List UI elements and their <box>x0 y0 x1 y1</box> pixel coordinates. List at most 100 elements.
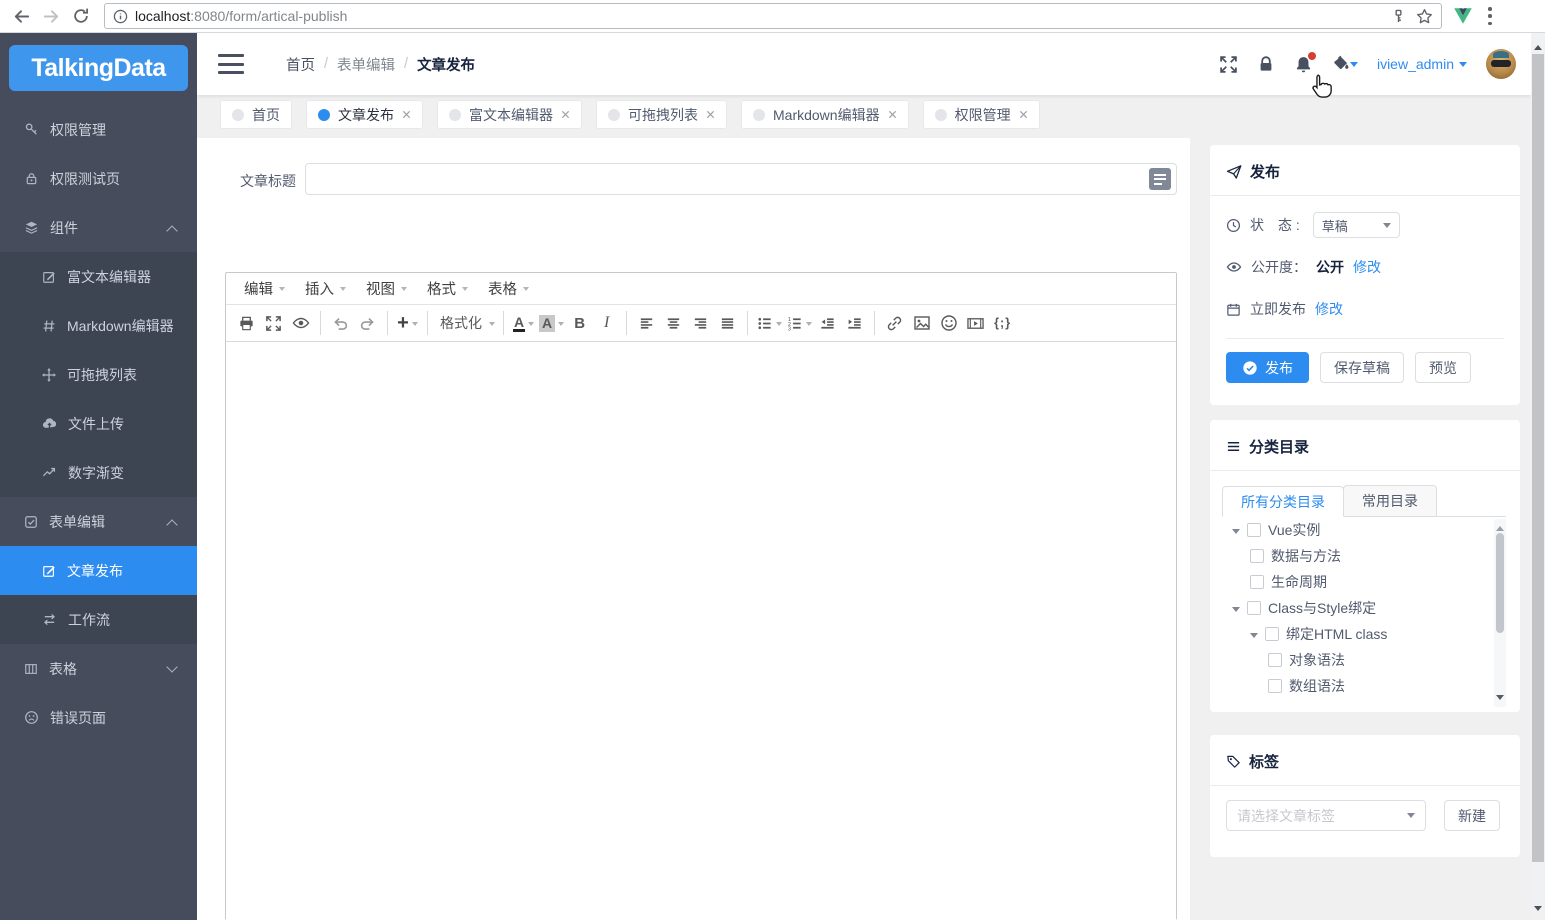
sidebar-item-form-edit[interactable]: 表单编辑 <box>0 497 197 546</box>
format-select[interactable]: 格式化 <box>434 309 497 338</box>
tree-node-array-syntax[interactable]: 数组语法 <box>1222 673 1506 699</box>
tree-scrollbar[interactable] <box>1494 519 1506 707</box>
align-left-button[interactable] <box>633 309 660 338</box>
scrollbar-thumb[interactable] <box>1496 533 1504 633</box>
scroll-up-icon[interactable] <box>1496 522 1504 531</box>
schedule-modify-link[interactable]: 修改 <box>1315 299 1343 319</box>
article-title-input[interactable] <box>305 163 1177 195</box>
editor-content-area[interactable] <box>226 342 1176 920</box>
tab-draggable-list[interactable]: 可拖拽列表 <box>596 100 727 129</box>
tree-node-label[interactable]: Vue实例 <box>1268 520 1320 540</box>
checkbox[interactable] <box>1268 653 1282 667</box>
editor-menu-edit[interactable]: 编辑 <box>234 273 295 304</box>
tree-node-label[interactable]: 生命周期 <box>1271 572 1327 592</box>
address-bar[interactable]: localhost:8080/form/artical-publish <box>104 3 1442 29</box>
breadcrumb-home[interactable]: 首页 <box>286 54 315 75</box>
app-logo[interactable]: TalkingData <box>9 45 188 91</box>
tab-article-publish[interactable]: 文章发布 <box>306 100 423 129</box>
sidebar-item-components[interactable]: 组件 <box>0 203 197 252</box>
checkbox[interactable] <box>1247 601 1261 615</box>
align-center-button[interactable] <box>660 309 687 338</box>
fullscreen-button[interactable] <box>260 309 287 338</box>
numbered-list-button[interactable]: 123 <box>784 309 814 338</box>
scroll-down-icon[interactable] <box>1496 695 1504 704</box>
page-info-icon[interactable] <box>113 9 128 24</box>
page-scrollbar[interactable] <box>1531 33 1545 920</box>
print-button[interactable] <box>233 309 260 338</box>
preview-button[interactable] <box>287 309 314 338</box>
user-menu[interactable]: iview_admin <box>1377 56 1467 72</box>
theme-switcher-button[interactable] <box>1332 55 1358 73</box>
code-button[interactable]: {;} <box>989 309 1016 338</box>
checkbox[interactable] <box>1268 679 1282 693</box>
close-tab-icon[interactable] <box>561 110 570 119</box>
tree-node-label[interactable]: 数组语法 <box>1289 676 1345 696</box>
sidebar-item-permission-test[interactable]: 权限测试页 <box>0 154 197 203</box>
sidebar-item-markdown-editor[interactable]: Markdown编辑器 <box>0 301 197 350</box>
close-tab-icon[interactable] <box>1019 110 1028 119</box>
caret-down-icon[interactable] <box>1250 632 1258 642</box>
sidebar-item-workflow[interactable]: 工作流 <box>0 595 197 644</box>
scrollbar-thumb[interactable] <box>1532 54 1544 862</box>
close-tab-icon[interactable] <box>706 110 715 119</box>
tab-all-categories[interactable]: 所有分类目录 <box>1222 486 1344 517</box>
visibility-modify-link[interactable]: 修改 <box>1353 257 1381 277</box>
insert-media-button[interactable] <box>962 309 989 338</box>
word-count-icon[interactable] <box>1149 168 1171 190</box>
indent-button[interactable] <box>841 309 868 338</box>
align-justify-button[interactable] <box>714 309 741 338</box>
tree-node-data-methods[interactable]: 数据与方法 <box>1222 543 1506 569</box>
insert-link-button[interactable] <box>881 309 908 338</box>
editor-menu-table[interactable]: 表格 <box>478 273 539 304</box>
backcolor-button[interactable]: A <box>537 309 566 338</box>
editor-menu-view[interactable]: 视图 <box>356 273 417 304</box>
sidebar-item-error-pages[interactable]: 错误页面 <box>0 693 197 742</box>
preview-button[interactable]: 预览 <box>1415 352 1471 383</box>
close-tab-icon[interactable] <box>888 110 897 119</box>
status-select[interactable]: 草稿 <box>1312 212 1400 238</box>
tree-node-bind-html-class[interactable]: 绑定HTML class <box>1222 621 1506 647</box>
bullet-list-button[interactable] <box>754 309 784 338</box>
browser-back-button[interactable] <box>8 3 34 29</box>
tree-node-label[interactable]: 对象语法 <box>1289 650 1345 670</box>
checkbox[interactable] <box>1247 523 1261 537</box>
sidebar-item-tables[interactable]: 表格 <box>0 644 197 693</box>
new-tag-button[interactable]: 新建 <box>1444 800 1500 831</box>
align-right-button[interactable] <box>687 309 714 338</box>
publish-button[interactable]: 发布 <box>1226 352 1309 383</box>
caret-down-icon[interactable] <box>1232 606 1240 616</box>
checkbox[interactable] <box>1265 627 1279 641</box>
collapse-menu-icon[interactable] <box>218 54 244 74</box>
tab-permission-admin[interactable]: 权限管理 <box>922 100 1040 129</box>
save-draft-button[interactable]: 保存草稿 <box>1320 352 1404 383</box>
scroll-down-icon[interactable] <box>1534 906 1542 915</box>
checkbox[interactable] <box>1250 549 1264 563</box>
sidebar-item-richtext-editor[interactable]: 富文本编辑器 <box>0 252 197 301</box>
lock-screen-button[interactable] <box>1257 55 1275 73</box>
tree-node-vue-instance[interactable]: Vue实例 <box>1222 517 1506 543</box>
bold-button[interactable]: B <box>566 309 593 338</box>
sidebar-item-article-publish[interactable]: 文章发布 <box>0 546 197 595</box>
bookmark-star-icon[interactable] <box>1416 8 1433 25</box>
tag-select[interactable]: 请选择文章标签 <box>1226 800 1426 831</box>
tree-node-label[interactable]: Class与Style绑定 <box>1268 598 1376 618</box>
password-key-icon[interactable] <box>1391 9 1406 24</box>
browser-menu-icon[interactable] <box>1488 7 1492 25</box>
tab-common-categories[interactable]: 常用目录 <box>1343 485 1437 516</box>
insert-image-button[interactable] <box>908 309 935 338</box>
tree-node-label[interactable]: 绑定HTML class <box>1286 624 1387 644</box>
insert-button[interactable]: + <box>394 309 421 338</box>
forecolor-button[interactable]: A <box>510 309 537 338</box>
scroll-up-icon[interactable] <box>1534 41 1542 50</box>
checkbox[interactable] <box>1250 575 1264 589</box>
tree-node-object-syntax[interactable]: 对象语法 <box>1222 647 1506 673</box>
fullscreen-button[interactable] <box>1219 55 1238 74</box>
sidebar-item-number-transition[interactable]: 数字渐变 <box>0 448 197 497</box>
close-tab-icon[interactable] <box>402 110 411 119</box>
tab-markdown-editor[interactable]: Markdown编辑器 <box>741 100 909 129</box>
editor-menu-format[interactable]: 格式 <box>417 273 478 304</box>
tab-home[interactable]: 首页 <box>220 100 292 129</box>
outdent-button[interactable] <box>814 309 841 338</box>
sidebar-item-file-upload[interactable]: 文件上传 <box>0 399 197 448</box>
undo-button[interactable] <box>327 309 354 338</box>
